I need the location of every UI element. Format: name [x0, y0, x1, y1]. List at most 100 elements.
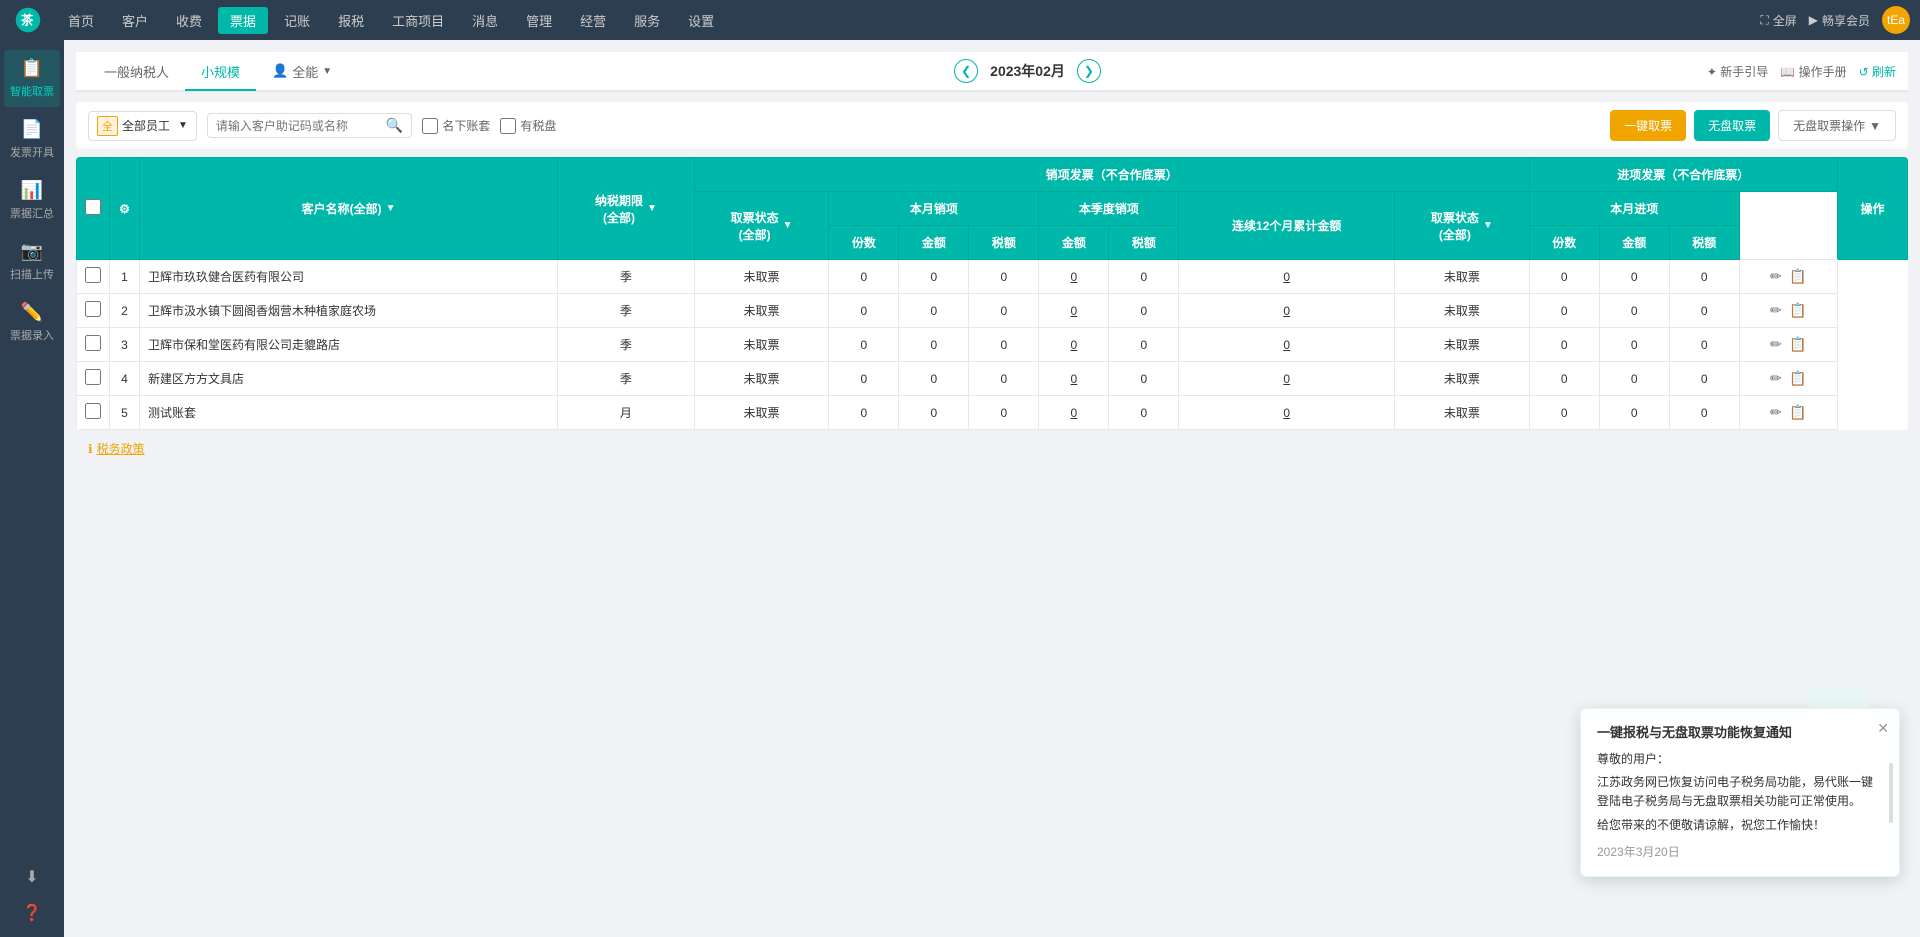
row-select-checkbox[interactable] — [85, 369, 101, 385]
tab-small-scale[interactable]: 小规模 — [185, 54, 256, 91]
sidebar-item-invoice[interactable]: 📄 发票开具 — [4, 111, 60, 168]
edit-icon[interactable]: ✏ — [1770, 404, 1782, 420]
toolbar: 全 全部员工 ▼ 🔍 名下账套 有税盘 一键取票 无盘取票 无盘取票操作 — [76, 102, 1908, 149]
sales-status-filter-icon[interactable]: ▼ — [783, 220, 793, 231]
row-sales-qtr-amount: 0 — [1039, 396, 1109, 430]
year-amount-link[interactable]: 0 — [1283, 372, 1290, 386]
nav-management[interactable]: 管理 — [514, 7, 564, 34]
detail-icon[interactable]: 📋 — [1789, 336, 1806, 352]
sales-qtr-link[interactable]: 0 — [1071, 304, 1078, 318]
help-icon[interactable]: ❓ — [18, 899, 46, 927]
detail-icon[interactable]: 📋 — [1789, 404, 1806, 420]
row-sales-qtr-amount: 0 — [1039, 294, 1109, 328]
nav-home[interactable]: 首页 — [56, 7, 106, 34]
has-taxdisk-filter[interactable]: 有税盘 — [500, 117, 556, 134]
diskless-operations-btn[interactable]: 无盘取票操作 ▼ — [1778, 110, 1896, 141]
my-accounts-filter[interactable]: 名下账套 — [422, 117, 490, 134]
purchase-status-filter-icon[interactable]: ▼ — [1483, 220, 1493, 231]
manual-btn[interactable]: 📖 操作手册 — [1780, 63, 1846, 80]
sales-qtr-link[interactable]: 0 — [1071, 372, 1078, 386]
prev-month-btn[interactable]: ❮ — [954, 59, 978, 83]
notification-greeting: 尊敬的用户： — [1597, 750, 1883, 769]
sales-qtr-link[interactable]: 0 — [1071, 406, 1078, 420]
nav-business[interactable]: 工商项目 — [380, 7, 456, 34]
row-checkbox-cell — [77, 362, 110, 396]
sidebar-item-summary[interactable]: 📊 票据汇总 — [4, 172, 60, 229]
row-actions: ✏ 📋 — [1739, 362, 1837, 396]
nav-operation[interactable]: 经营 — [568, 7, 618, 34]
sidebar-item-scan[interactable]: 📷 扫描上传 — [4, 233, 60, 290]
row-checkbox-cell — [77, 294, 110, 328]
tab-general-taxpayer[interactable]: 一般纳税人 — [88, 54, 185, 91]
th-tax-period: 纳税期限(全部) ▼ — [558, 158, 695, 260]
beginner-guide-btn[interactable]: ✦ 新手引导 — [1707, 63, 1768, 80]
nav-service[interactable]: 服务 — [622, 7, 672, 34]
one-click-ticket-btn[interactable]: 一键取票 — [1610, 110, 1686, 141]
search-icon[interactable]: 🔍 — [386, 117, 403, 134]
row-sales-status: 未取票 — [694, 260, 829, 294]
th-sales-month-count: 份数 — [829, 226, 899, 260]
sidebar-item-entry[interactable]: ✏️ 票据录入 — [4, 294, 60, 351]
refresh-btn[interactable]: ↺ 刷新 — [1859, 63, 1896, 80]
detail-icon[interactable]: 📋 — [1789, 370, 1806, 386]
vip-btn[interactable]: ▶ 畅享会员 — [1809, 12, 1870, 29]
th-purchase-group: 进项发票（不合作底票） — [1529, 158, 1837, 192]
download-icon[interactable]: ⬇ — [18, 863, 46, 891]
row-select-checkbox[interactable] — [85, 403, 101, 419]
gear-icon[interactable]: ⚙ — [119, 202, 130, 216]
customer-filter-icon[interactable]: ▼ — [386, 203, 396, 214]
row-purchase-month-tax: 0 — [1669, 396, 1739, 430]
row-sales-qtr-tax: 0 — [1109, 396, 1179, 430]
th-customer-name: 客户名称(全部) ▼ — [140, 158, 558, 260]
nav-items: 首页 客户 收费 票据 记账 报税 工商项目 消息 管理 经营 服务 设置 — [56, 7, 1760, 34]
tax-policy-info-icon: ℹ — [88, 442, 93, 456]
sidebar-item-smart-ticket[interactable]: 📋 智能取票 — [4, 50, 60, 107]
edit-icon[interactable]: ✏ — [1770, 336, 1782, 352]
nav-ticket[interactable]: 票据 — [218, 7, 268, 34]
table-row: 5 测试账套 月 未取票 0 0 0 0 0 0 未取票 0 0 0 ✏ 📋 — [77, 396, 1908, 430]
edit-icon[interactable]: ✏ — [1770, 268, 1782, 284]
sidebar: 📋 智能取票 📄 发票开具 📊 票据汇总 📷 扫描上传 ✏️ 票据录入 ⬇ ❓ — [0, 40, 64, 937]
year-amount-link[interactable]: 0 — [1283, 406, 1290, 420]
employee-filter[interactable]: 全 全部员工 ▼ — [88, 111, 197, 141]
row-actions: ✏ 📋 — [1739, 328, 1837, 362]
nav-customer[interactable]: 客户 — [110, 7, 160, 34]
sidebar-label-summary: 票据汇总 — [10, 205, 54, 221]
table-row: 3 卫辉市保和堂医药有限公司走貔路店 季 未取票 0 0 0 0 0 0 未取票… — [77, 328, 1908, 362]
year-amount-link[interactable]: 0 — [1283, 304, 1290, 318]
nav-bookkeeping[interactable]: 记账 — [272, 7, 322, 34]
row-select-checkbox[interactable] — [85, 267, 101, 283]
edit-icon[interactable]: ✏ — [1770, 370, 1782, 386]
row-purchase-month-count: 0 — [1529, 260, 1599, 294]
edit-icon[interactable]: ✏ — [1770, 302, 1782, 318]
scroll-indicator — [1889, 763, 1893, 823]
nav-billing[interactable]: 收费 — [164, 7, 214, 34]
my-accounts-checkbox[interactable] — [422, 118, 438, 134]
row-select-checkbox[interactable] — [85, 335, 101, 351]
tax-policy-link[interactable]: 税务政策 — [97, 440, 145, 457]
detail-icon[interactable]: 📋 — [1789, 268, 1806, 284]
year-amount-link[interactable]: 0 — [1283, 270, 1290, 284]
nav-message[interactable]: 消息 — [460, 7, 510, 34]
period-filter-icon[interactable]: ▼ — [647, 203, 657, 214]
row-select-checkbox[interactable] — [85, 301, 101, 317]
tab-all-dropdown-icon[interactable]: ▼ — [322, 66, 332, 77]
diskless-ticket-btn[interactable]: 无盘取票 — [1694, 110, 1770, 141]
nav-settings[interactable]: 设置 — [676, 7, 726, 34]
has-taxdisk-checkbox[interactable] — [500, 118, 516, 134]
nav-tax[interactable]: 报税 — [326, 7, 376, 34]
next-month-btn[interactable]: ❯ — [1077, 59, 1101, 83]
row-sales-month-count: 0 — [829, 328, 899, 362]
table-body: 1 卫辉市玖玖健合医药有限公司 季 未取票 0 0 0 0 0 0 未取票 0 … — [77, 260, 1908, 430]
sales-qtr-link[interactable]: 0 — [1071, 270, 1078, 284]
user-avatar[interactable]: tEa — [1882, 6, 1910, 34]
notification-close-btn[interactable]: ✕ — [1877, 717, 1889, 739]
sidebar-label-smart-ticket: 智能取票 — [10, 83, 54, 99]
detail-icon[interactable]: 📋 — [1789, 302, 1806, 318]
sales-qtr-link[interactable]: 0 — [1071, 338, 1078, 352]
search-input[interactable] — [216, 119, 386, 133]
select-all-checkbox[interactable] — [85, 199, 101, 215]
year-amount-link[interactable]: 0 — [1283, 338, 1290, 352]
fullscreen-btn[interactable]: ⛶ 全屏 — [1760, 12, 1796, 29]
tab-all[interactable]: 👤 全能 ▼ — [256, 54, 348, 91]
